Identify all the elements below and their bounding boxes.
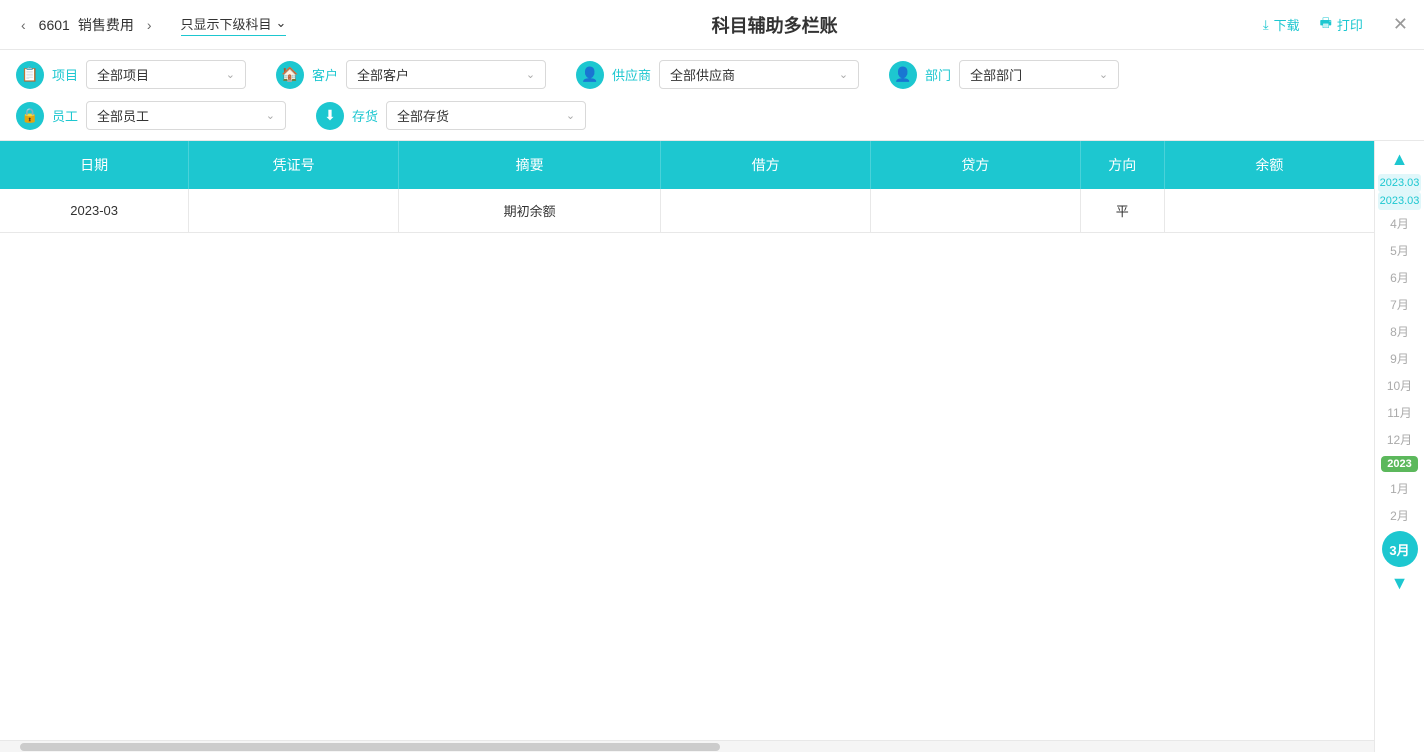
- year-badge: 2023: [1381, 456, 1417, 472]
- filter-project: 📋 项目 全部项目 ⌄: [16, 60, 246, 89]
- show-sub-arrow-icon: ⌄: [276, 15, 287, 31]
- month-item-7[interactable]: 7月: [1379, 291, 1421, 318]
- title-bar-left: ‹ 6601 销售费用 › 只显示下级科目 ⌄: [16, 14, 286, 36]
- month-item-3-active[interactable]: 3月: [1382, 531, 1418, 567]
- supplier-value: 全部供应商: [670, 65, 735, 84]
- month-item-6[interactable]: 6月: [1379, 264, 1421, 291]
- filter-bar: 📋 项目 全部项目 ⌄ 🏠 客户 全部客户 ⌄ 👤 供应商 全部供应商 ⌄: [0, 50, 1424, 141]
- supplier-icon: 👤: [576, 61, 604, 89]
- inventory-arrow-icon: ⌄: [566, 109, 575, 122]
- supplier-arrow-icon: ⌄: [839, 68, 848, 81]
- department-icon: 👤: [889, 61, 917, 89]
- up-arrow-icon[interactable]: ▲: [1387, 145, 1413, 174]
- col-header-credit: 贷方: [871, 141, 1081, 189]
- month-item-12[interactable]: 12月: [1379, 426, 1421, 453]
- filter-employee: 🔒 员工 全部员工 ⌄: [16, 101, 286, 130]
- table-row: 2023-03 期初余额 平: [0, 189, 1374, 233]
- table-scroll[interactable]: 日期 凭证号 摘要 借方 贷方 方向 余额 2023-03: [0, 141, 1374, 740]
- data-table: 日期 凭证号 摘要 借方 贷方 方向 余额 2023-03: [0, 141, 1374, 233]
- cell-date: 2023-03: [0, 189, 189, 233]
- download-label: 下载: [1274, 15, 1300, 34]
- next-account-button[interactable]: ›: [142, 15, 157, 35]
- table-area: 日期 凭证号 摘要 借方 贷方 方向 余额 2023-03: [0, 141, 1374, 752]
- cell-balance: [1164, 189, 1374, 233]
- month-item-11[interactable]: 11月: [1379, 399, 1421, 426]
- month-item-1[interactable]: 1月: [1379, 475, 1421, 502]
- close-button[interactable]: ✕: [1393, 14, 1408, 35]
- cell-voucher: [189, 189, 399, 233]
- department-select[interactable]: 全部部门 ⌄: [959, 60, 1119, 89]
- cell-debit: [661, 189, 871, 233]
- customer-select[interactable]: 全部客户 ⌄: [346, 60, 546, 89]
- filter-department: 👤 部门 全部部门 ⌄: [889, 60, 1119, 89]
- period-item-2[interactable]: 2023.03: [1378, 192, 1422, 210]
- scrollbar-thumb[interactable]: [20, 743, 720, 751]
- project-icon: 📋: [16, 61, 44, 89]
- horizontal-scrollbar[interactable]: [0, 740, 1374, 752]
- employee-label: 员工: [52, 106, 78, 125]
- show-sub-toggle[interactable]: 只显示下级科目 ⌄: [181, 14, 287, 36]
- employee-icon: 🔒: [16, 102, 44, 130]
- title-bar-right: ⤓ 下载 🖶 打印 ✕: [1263, 14, 1408, 36]
- supplier-label: 供应商: [612, 65, 651, 84]
- employee-arrow-icon: ⌄: [266, 109, 275, 122]
- project-select[interactable]: 全部项目 ⌄: [86, 60, 246, 89]
- prev-account-button[interactable]: ‹: [16, 15, 31, 35]
- account-code: 6601: [39, 17, 70, 33]
- down-arrow-icon[interactable]: ▼: [1387, 569, 1413, 598]
- filter-customer: 🏠 客户 全部客户 ⌄: [276, 60, 546, 89]
- inventory-icon: ⬇: [316, 102, 344, 130]
- account-name: 销售费用: [78, 15, 134, 35]
- filter-inventory: ⬇ 存货 全部存货 ⌄: [316, 101, 586, 130]
- customer-arrow-icon: ⌄: [526, 68, 535, 81]
- inventory-label: 存货: [352, 106, 378, 125]
- print-label: 打印: [1337, 15, 1363, 34]
- month-item-5[interactable]: 5月: [1379, 237, 1421, 264]
- department-label: 部门: [925, 65, 951, 84]
- supplier-select[interactable]: 全部供应商 ⌄: [659, 60, 859, 89]
- main-content: 日期 凭证号 摘要 借方 贷方 方向 余额 2023-03: [0, 141, 1424, 752]
- table-header-row: 日期 凭证号 摘要 借方 贷方 方向 余额: [0, 141, 1374, 189]
- page-title: 科目辅助多栏账: [712, 12, 838, 38]
- col-header-date: 日期: [0, 141, 189, 189]
- month-item-10[interactable]: 10月: [1379, 372, 1421, 399]
- filter-supplier: 👤 供应商 全部供应商 ⌄: [576, 60, 859, 89]
- department-arrow-icon: ⌄: [1099, 68, 1108, 81]
- employee-value: 全部员工: [97, 106, 149, 125]
- col-header-direction: 方向: [1080, 141, 1164, 189]
- col-header-debit: 借方: [661, 141, 871, 189]
- print-button[interactable]: 🖶 打印: [1320, 14, 1363, 36]
- download-button[interactable]: ⤓ 下载: [1263, 15, 1300, 34]
- customer-label: 客户: [312, 65, 338, 84]
- project-label: 项目: [52, 65, 78, 84]
- cell-direction: 平: [1080, 189, 1164, 233]
- department-value: 全部部门: [970, 65, 1022, 84]
- inventory-value: 全部存货: [397, 106, 449, 125]
- cell-credit: [871, 189, 1081, 233]
- month-item-9[interactable]: 9月: [1379, 345, 1421, 372]
- inventory-select[interactable]: 全部存货 ⌄: [386, 101, 586, 130]
- month-item-8[interactable]: 8月: [1379, 318, 1421, 345]
- col-header-summary: 摘要: [399, 141, 661, 189]
- title-bar: ‹ 6601 销售费用 › 只显示下级科目 ⌄ 科目辅助多栏账 ⤓ 下载 🖶 打…: [0, 0, 1424, 50]
- right-panel: ▲ 2023.03 2023.03 4月 5月 6月 7月 8月 9月 10月 …: [1374, 141, 1424, 752]
- month-item-4[interactable]: 4月: [1379, 210, 1421, 237]
- period-item-1[interactable]: 2023.03: [1378, 174, 1422, 192]
- employee-select[interactable]: 全部员工 ⌄: [86, 101, 286, 130]
- print-icon: 🖶: [1320, 14, 1332, 36]
- month-item-2[interactable]: 2月: [1379, 502, 1421, 529]
- customer-icon: 🏠: [276, 61, 304, 89]
- project-arrow-icon: ⌄: [226, 68, 235, 81]
- cell-summary: 期初余额: [399, 189, 661, 233]
- project-value: 全部项目: [97, 65, 149, 84]
- col-header-voucher: 凭证号: [189, 141, 399, 189]
- show-sub-label: 只显示下级科目: [181, 14, 272, 33]
- customer-value: 全部客户: [357, 65, 409, 84]
- col-header-balance: 余额: [1164, 141, 1374, 189]
- download-icon: ⤓: [1263, 17, 1269, 33]
- main-window: ‹ 6601 销售费用 › 只显示下级科目 ⌄ 科目辅助多栏账 ⤓ 下载 🖶 打…: [0, 0, 1424, 752]
